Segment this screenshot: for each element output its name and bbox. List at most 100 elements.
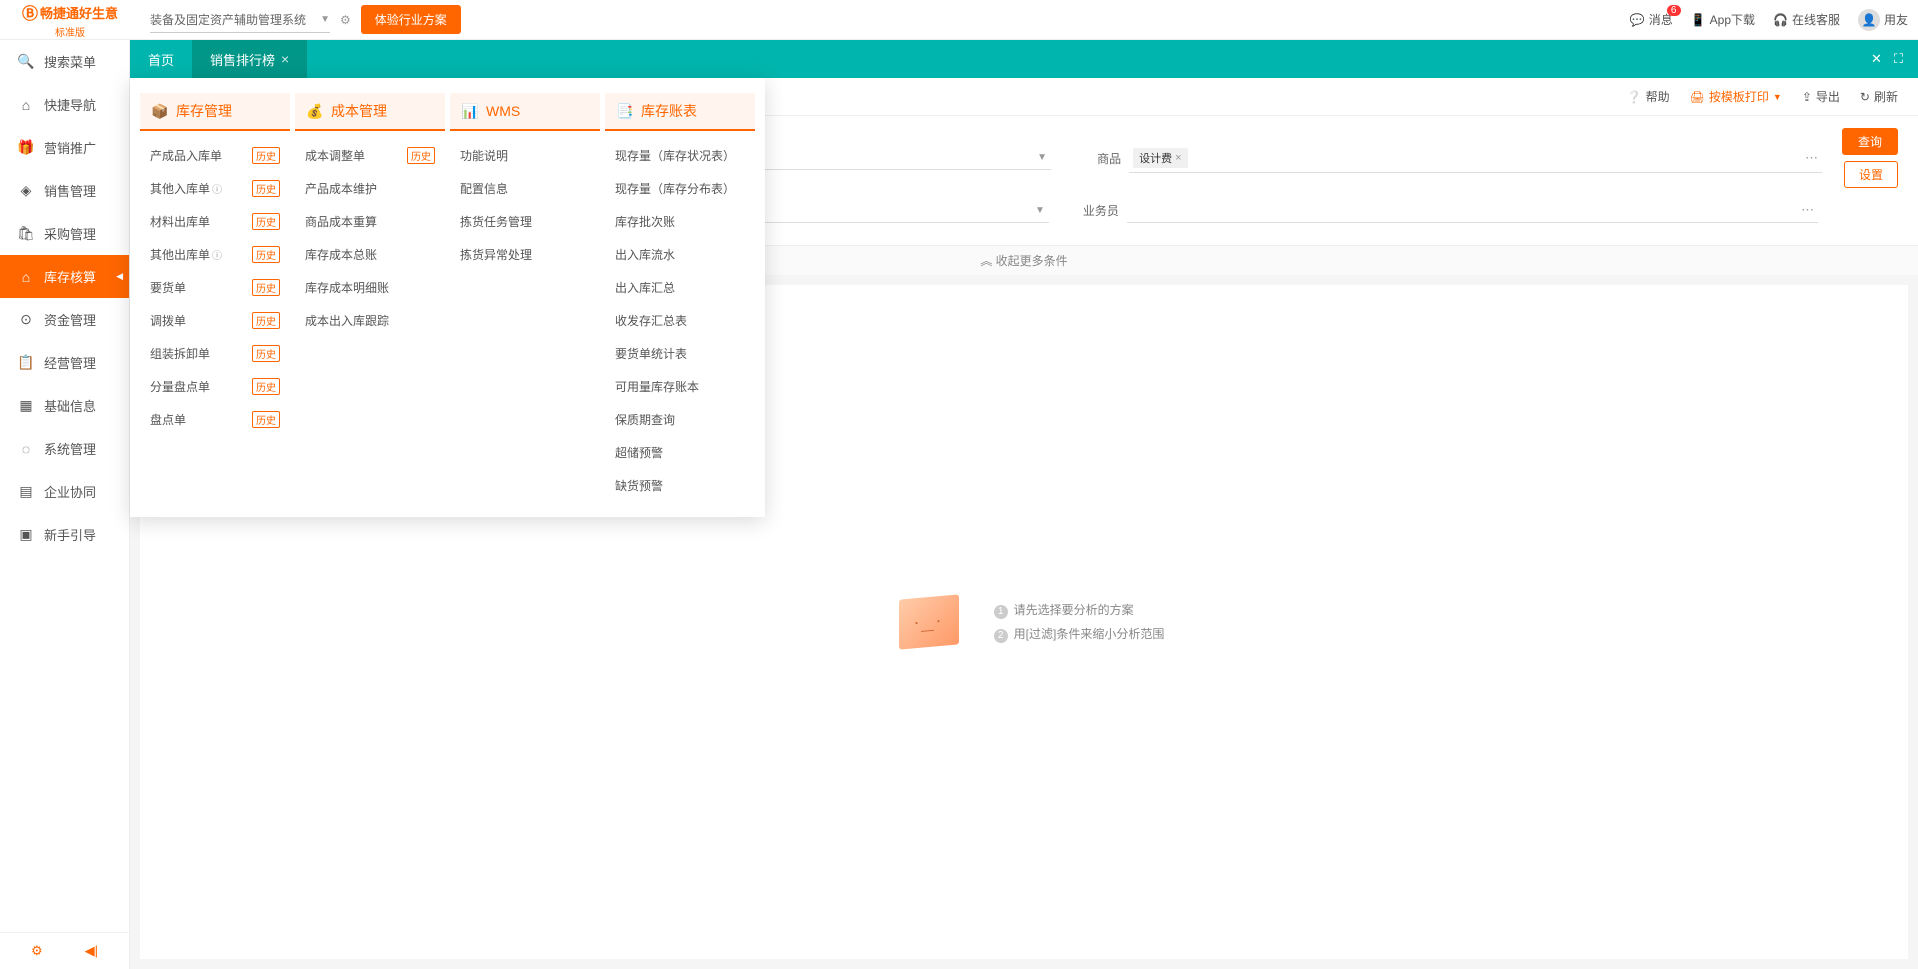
mega-item-1-3[interactable]: 库存成本总账 bbox=[295, 238, 445, 271]
mega-item-3-0[interactable]: 现存量（库存状况表） bbox=[605, 139, 755, 172]
mega-item-2-3[interactable]: 拣货异常处理 bbox=[450, 238, 600, 271]
mega-item-0-0[interactable]: 产成品入库单历史 bbox=[140, 139, 290, 172]
print-link[interactable]: 🖨按模板打印▼ bbox=[1690, 88, 1782, 105]
more-icon[interactable]: ⋯ bbox=[1805, 150, 1818, 166]
avatar-icon: 👤 bbox=[1858, 9, 1880, 31]
more-icon[interactable]: ⋯ bbox=[1801, 202, 1814, 218]
fullscreen-icon[interactable]: ⛶ bbox=[1894, 51, 1903, 67]
history-tag[interactable]: 历史 bbox=[252, 345, 280, 362]
mega-item-0-1[interactable]: 其他入库单历史 bbox=[140, 172, 290, 205]
query-button[interactable]: 查询 bbox=[1842, 128, 1898, 155]
phone-icon: 📱 bbox=[1691, 13, 1706, 27]
mega-item-1-0[interactable]: 成本调整单历史 bbox=[295, 139, 445, 172]
logo[interactable]: Ⓑ畅捷通好生意 标准版 bbox=[10, 0, 130, 39]
sidebar-item-11[interactable]: ▣新手引导 bbox=[0, 513, 129, 556]
mega-item-1-4[interactable]: 库存成本明细账 bbox=[295, 271, 445, 304]
settings-icon[interactable]: ⚙ bbox=[31, 943, 43, 959]
mega-item-0-8[interactable]: 盘点单历史 bbox=[140, 403, 290, 436]
sidebar-item-8[interactable]: ▦基础信息 bbox=[0, 384, 129, 427]
history-tag[interactable]: 历史 bbox=[252, 246, 280, 263]
history-tag[interactable]: 历史 bbox=[252, 378, 280, 395]
sidebar-icon: 🎁 bbox=[18, 140, 34, 156]
close-tab-icon[interactable]: × bbox=[281, 51, 289, 67]
sidebar-footer: ⚙ ◀| bbox=[0, 932, 129, 969]
mega-item-2-1[interactable]: 配置信息 bbox=[450, 172, 600, 205]
tab-1[interactable]: 销售排行榜× bbox=[192, 40, 307, 78]
history-tag[interactable]: 历史 bbox=[252, 147, 280, 164]
tab-0[interactable]: 首页 bbox=[130, 40, 192, 78]
history-tag[interactable]: 历史 bbox=[252, 180, 280, 197]
empty-state: 1请先选择要分析的方案 2用[过滤]条件来缩小分析范围 bbox=[884, 587, 1165, 657]
messages-link[interactable]: 💬 消息 6 bbox=[1630, 11, 1673, 28]
sidebar-item-2[interactable]: 🎁营销推广 bbox=[0, 126, 129, 169]
mega-item-3-2[interactable]: 库存批次账 bbox=[605, 205, 755, 238]
sidebar-item-0[interactable]: 🔍搜索菜单 bbox=[0, 40, 129, 83]
sidebar-item-7[interactable]: 📋经营管理 bbox=[0, 341, 129, 384]
operator-filter-input[interactable]: ⋯ bbox=[1127, 198, 1818, 223]
sidebar-icon: ⌂ bbox=[18, 97, 34, 113]
mega-item-0-3[interactable]: 其他出库单历史 bbox=[140, 238, 290, 271]
sidebar-label: 经营管理 bbox=[44, 353, 96, 372]
mega-item-1-5[interactable]: 成本出入库跟踪 bbox=[295, 304, 445, 337]
sidebar-label: 采购管理 bbox=[44, 224, 96, 243]
close-all-tabs-icon[interactable]: ✕ bbox=[1871, 51, 1882, 67]
mega-item-2-2[interactable]: 拣货任务管理 bbox=[450, 205, 600, 238]
help-link[interactable]: ❔帮助 bbox=[1627, 88, 1670, 105]
chevron-down-icon: ▼ bbox=[1037, 152, 1047, 163]
mega-item-3-3[interactable]: 出入库流水 bbox=[605, 238, 755, 271]
history-tag[interactable]: 历史 bbox=[252, 213, 280, 230]
sidebar-item-5[interactable]: ⌂库存核算 bbox=[0, 255, 129, 298]
settings-button[interactable]: 设置 bbox=[1844, 161, 1898, 188]
sidebar-item-10[interactable]: ▤企业协同 bbox=[0, 470, 129, 513]
mega-item-3-4[interactable]: 出入库汇总 bbox=[605, 271, 755, 304]
collapse-sidebar-icon[interactable]: ◀| bbox=[85, 943, 98, 959]
mega-item-2-0[interactable]: 功能说明 bbox=[450, 139, 600, 172]
empty-step-2: 2用[过滤]条件来缩小分析范围 bbox=[994, 622, 1165, 646]
sidebar-item-1[interactable]: ⌂快捷导航 bbox=[0, 83, 129, 126]
mega-item-3-9[interactable]: 超储预警 bbox=[605, 436, 755, 469]
history-tag[interactable]: 历史 bbox=[252, 312, 280, 329]
mega-header: 📑库存账表 bbox=[605, 93, 755, 131]
history-tag[interactable]: 历史 bbox=[407, 147, 435, 164]
gear-icon[interactable]: ⚙ bbox=[340, 13, 351, 27]
refresh-link[interactable]: ↻刷新 bbox=[1860, 88, 1898, 105]
sidebar-item-4[interactable]: 🛍采购管理 bbox=[0, 212, 129, 255]
mega-item-3-8[interactable]: 保质期查询 bbox=[605, 403, 755, 436]
mega-column-1: 💰成本管理成本调整单历史产品成本维护商品成本重算库存成本总账库存成本明细账成本出… bbox=[295, 93, 445, 502]
mega-menu: 📦库存管理产成品入库单历史其他入库单历史材料出库单历史其他出库单历史要货单历史调… bbox=[130, 78, 765, 517]
mega-header: 💰成本管理 bbox=[295, 93, 445, 131]
export-link[interactable]: ⇪导出 bbox=[1802, 88, 1840, 105]
remove-tag-icon[interactable]: × bbox=[1175, 152, 1181, 164]
mega-item-0-7[interactable]: 分量盘点单历史 bbox=[140, 370, 290, 403]
mega-item-3-10[interactable]: 缺货预警 bbox=[605, 469, 755, 502]
history-tag[interactable]: 历史 bbox=[252, 279, 280, 296]
product-filter-input[interactable]: 设计费× ⋯ bbox=[1129, 144, 1822, 173]
sidebar-item-3[interactable]: ◈销售管理 bbox=[0, 169, 129, 212]
online-service-link[interactable]: 🎧 在线客服 bbox=[1773, 11, 1840, 28]
mega-item-0-6[interactable]: 组装拆卸单历史 bbox=[140, 337, 290, 370]
header-right: 💬 消息 6 📱 App下载 🎧 在线客服 👤 用友 bbox=[1630, 9, 1908, 31]
cta-button[interactable]: 体验行业方案 bbox=[361, 5, 461, 34]
user-menu[interactable]: 👤 用友 bbox=[1858, 9, 1908, 31]
mega-item-1-2[interactable]: 商品成本重算 bbox=[295, 205, 445, 238]
print-icon: 🖨 bbox=[1690, 90, 1705, 104]
mega-item-3-7[interactable]: 可用量库存账本 bbox=[605, 370, 755, 403]
mega-item-0-4[interactable]: 要货单历史 bbox=[140, 271, 290, 304]
mega-item-1-1[interactable]: 产品成本维护 bbox=[295, 172, 445, 205]
history-tag[interactable]: 历史 bbox=[252, 411, 280, 428]
sidebar-item-9[interactable]: ◌系统管理 bbox=[0, 427, 129, 470]
mega-item-0-5[interactable]: 调拨单历史 bbox=[140, 304, 290, 337]
sidebar-icon: 🔍 bbox=[18, 54, 34, 70]
system-select[interactable]: 装备及固定资产辅助管理系统 ▼ ⚙ 体验行业方案 bbox=[150, 5, 461, 34]
headset-icon: 🎧 bbox=[1773, 13, 1788, 27]
mega-item-3-6[interactable]: 要货单统计表 bbox=[605, 337, 755, 370]
mega-item-3-5[interactable]: 收发存汇总表 bbox=[605, 304, 755, 337]
mega-header: 📊WMS bbox=[450, 93, 600, 131]
help-icon: ❔ bbox=[1627, 90, 1642, 104]
tab-label: 首页 bbox=[148, 50, 174, 69]
top-header: Ⓑ畅捷通好生意 标准版 装备及固定资产辅助管理系统 ▼ ⚙ 体验行业方案 💬 消… bbox=[0, 0, 1918, 40]
app-download-link[interactable]: 📱 App下载 bbox=[1691, 11, 1755, 28]
sidebar-item-6[interactable]: ⊙资金管理 bbox=[0, 298, 129, 341]
mega-item-0-2[interactable]: 材料出库单历史 bbox=[140, 205, 290, 238]
mega-item-3-1[interactable]: 现存量（库存分布表） bbox=[605, 172, 755, 205]
